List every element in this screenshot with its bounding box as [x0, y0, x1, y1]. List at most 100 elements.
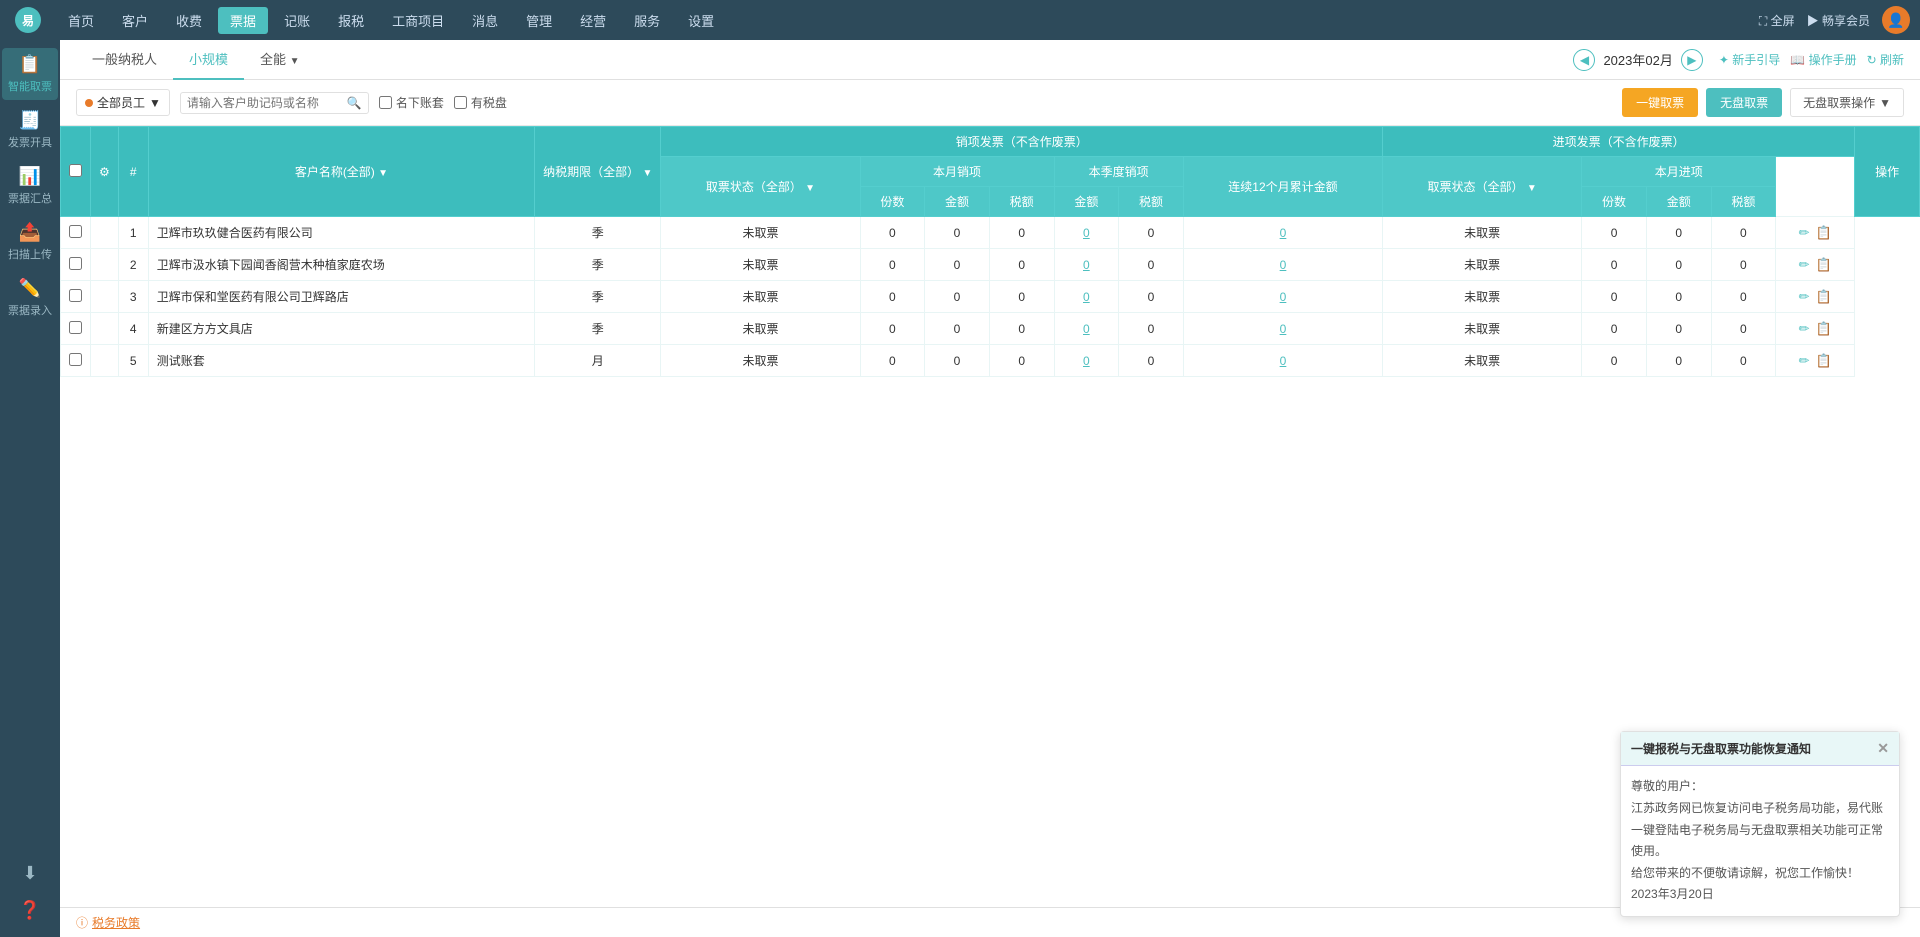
nav-messages[interactable]: 消息: [460, 7, 510, 34]
nav-business[interactable]: 工商项目: [380, 7, 456, 34]
th-sales-m-amount: 金额: [925, 187, 990, 217]
row-checkbox[interactable]: [69, 225, 82, 238]
row-actions: ✏ 📋: [1776, 313, 1855, 345]
tax-policy-link[interactable]: 税务政策: [92, 914, 140, 931]
search-input[interactable]: [187, 96, 347, 110]
row-sales-m-amount: 0: [925, 217, 990, 249]
one-click-retrieve-btn[interactable]: 一键取票: [1622, 88, 1698, 117]
summary-icon: 📊: [19, 166, 41, 187]
sidebar-item-summary[interactable]: 📊 票据汇总: [2, 160, 58, 212]
th-index: #: [118, 127, 148, 217]
th-input-header: 进项发票（不含作废票）: [1383, 127, 1855, 157]
row-sales-12m: 0: [1183, 281, 1382, 313]
nav-settings[interactable]: 设置: [676, 7, 726, 34]
new-guide-btn[interactable]: ✦ 新手引导: [1719, 51, 1780, 68]
sidebar-item-issue-invoice[interactable]: 🧾 发票开具: [2, 104, 58, 156]
manual-btn[interactable]: 📖 操作手册: [1790, 51, 1856, 68]
input-status-filter-icon[interactable]: ▼: [1527, 183, 1537, 194]
nav-billing[interactable]: 收费: [164, 7, 214, 34]
row-edit-icon[interactable]: ✏: [1799, 257, 1810, 273]
nav-invoice[interactable]: 票据: [218, 7, 268, 34]
row-tax-period: 季: [535, 313, 661, 345]
row-checkbox[interactable]: [69, 257, 82, 270]
tab-small-scale[interactable]: 小规模: [173, 40, 244, 80]
nav-operations[interactable]: 经营: [568, 7, 618, 34]
row-edit-icon[interactable]: ✏: [1799, 321, 1810, 337]
th-actions: 操作: [1855, 127, 1920, 217]
nav-services[interactable]: 服务: [622, 7, 672, 34]
sidebar-label-issue: 发票开具: [8, 134, 52, 150]
my-accounts-checkbox[interactable]: [379, 96, 392, 109]
row-checkbox-cell[interactable]: [61, 281, 91, 313]
row-sales-m-tax: 0: [989, 281, 1054, 313]
invoice-table: ⚙ # 客户名称(全部) ▼ 纳税期限（全部） ▼ 销项发票（不含作废票）: [60, 126, 1920, 377]
row-detail-icon[interactable]: 📋: [1816, 289, 1832, 305]
employee-filter[interactable]: 全部员工 ▼: [76, 89, 170, 116]
row-checkbox[interactable]: [69, 353, 82, 366]
sidebar-item-help[interactable]: ❓: [2, 894, 58, 927]
fullscreen-btn[interactable]: ⛶ 全屏: [1759, 12, 1795, 29]
search-icon[interactable]: 🔍: [347, 96, 362, 110]
select-all-checkbox[interactable]: [69, 164, 82, 177]
row-checkbox-cell[interactable]: [61, 217, 91, 249]
row-detail-icon[interactable]: 📋: [1816, 353, 1832, 369]
row-detail-icon[interactable]: 📋: [1816, 321, 1832, 337]
customer-filter-icon[interactable]: ▼: [378, 168, 388, 179]
row-edit-icon[interactable]: ✏: [1799, 353, 1810, 369]
row-sales-12m: 0: [1183, 345, 1382, 377]
refresh-btn[interactable]: ↻ 刷新: [1867, 51, 1904, 68]
row-sales-12m: 0: [1183, 217, 1382, 249]
row-checkbox[interactable]: [69, 289, 82, 302]
svg-text:易: 易: [22, 14, 34, 28]
tax-disk-checkbox-label[interactable]: 有税盘: [454, 94, 507, 111]
tab-general-taxpayer[interactable]: 一般纳税人: [76, 40, 173, 80]
row-actions: ✏ 📋: [1776, 345, 1855, 377]
nav-home[interactable]: 首页: [56, 7, 106, 34]
row-checkbox[interactable]: [69, 321, 82, 334]
row-input-m-count: 0: [1582, 281, 1647, 313]
prev-period-btn[interactable]: ◀: [1573, 49, 1595, 71]
smart-invoice-icon: 📋: [19, 54, 41, 75]
refresh-icon: ↻: [1867, 53, 1877, 67]
member-btn[interactable]: ▶ 畅享会员: [1807, 12, 1870, 29]
tax-disk-checkbox[interactable]: [454, 96, 467, 109]
sidebar-item-entry[interactable]: ✏️ 票据录入: [2, 272, 58, 324]
sales-status-filter-icon[interactable]: ▼: [805, 183, 815, 194]
notification-panel: 一键报税与无盘取票功能恢复通知 ✕ 尊敬的用户： 江苏政务网已恢复访问电子税务局…: [1620, 731, 1900, 917]
row-sales-status: 未取票: [661, 281, 860, 313]
row-checkbox-cell[interactable]: [61, 345, 91, 377]
row-edit-icon[interactable]: ✏: [1799, 225, 1810, 241]
row-detail-icon[interactable]: 📋: [1816, 225, 1832, 241]
row-input-m-count: 0: [1582, 345, 1647, 377]
th-settings[interactable]: ⚙: [91, 127, 119, 217]
user-avatar[interactable]: 👤: [1882, 6, 1910, 34]
nav-tax[interactable]: 报税: [326, 7, 376, 34]
sidebar-item-scan[interactable]: 📤 扫描上传: [2, 216, 58, 268]
row-sales-status: 未取票: [661, 345, 860, 377]
row-sales-q-tax: 0: [1119, 345, 1184, 377]
row-checkbox-cell[interactable]: [61, 313, 91, 345]
nav-customer[interactable]: 客户: [110, 7, 160, 34]
row-detail-icon[interactable]: 📋: [1816, 257, 1832, 273]
tax-period-filter-icon[interactable]: ▼: [642, 168, 652, 179]
th-sales-m-tax: 税额: [989, 187, 1054, 217]
sidebar-item-smart-invoice[interactable]: 📋 智能取票: [2, 48, 58, 100]
row-input-status: 未取票: [1383, 345, 1582, 377]
tab-all-capability[interactable]: 全能 ▼: [244, 40, 316, 80]
row-tax-period: 季: [535, 281, 661, 313]
row-input-m-amount: 0: [1646, 313, 1711, 345]
sidebar-item-download[interactable]: ⬇: [2, 857, 58, 890]
nav-bookkeeping[interactable]: 记账: [272, 7, 322, 34]
notification-close-btn[interactable]: ✕: [1877, 740, 1889, 757]
my-accounts-checkbox-label[interactable]: 名下账套: [379, 94, 444, 111]
row-sales-q-tax: 0: [1119, 281, 1184, 313]
no-disk-ops-btn[interactable]: 无盘取票操作 ▼: [1790, 88, 1904, 117]
row-edit-icon[interactable]: ✏: [1799, 289, 1810, 305]
row-checkbox-cell[interactable]: [61, 249, 91, 281]
row-input-m-tax: 0: [1711, 281, 1776, 313]
nav-management[interactable]: 管理: [514, 7, 564, 34]
next-period-btn[interactable]: ▶: [1681, 49, 1703, 71]
row-tax-period: 季: [535, 249, 661, 281]
no-disk-retrieve-btn[interactable]: 无盘取票: [1706, 88, 1782, 117]
row-input-m-tax: 0: [1711, 249, 1776, 281]
